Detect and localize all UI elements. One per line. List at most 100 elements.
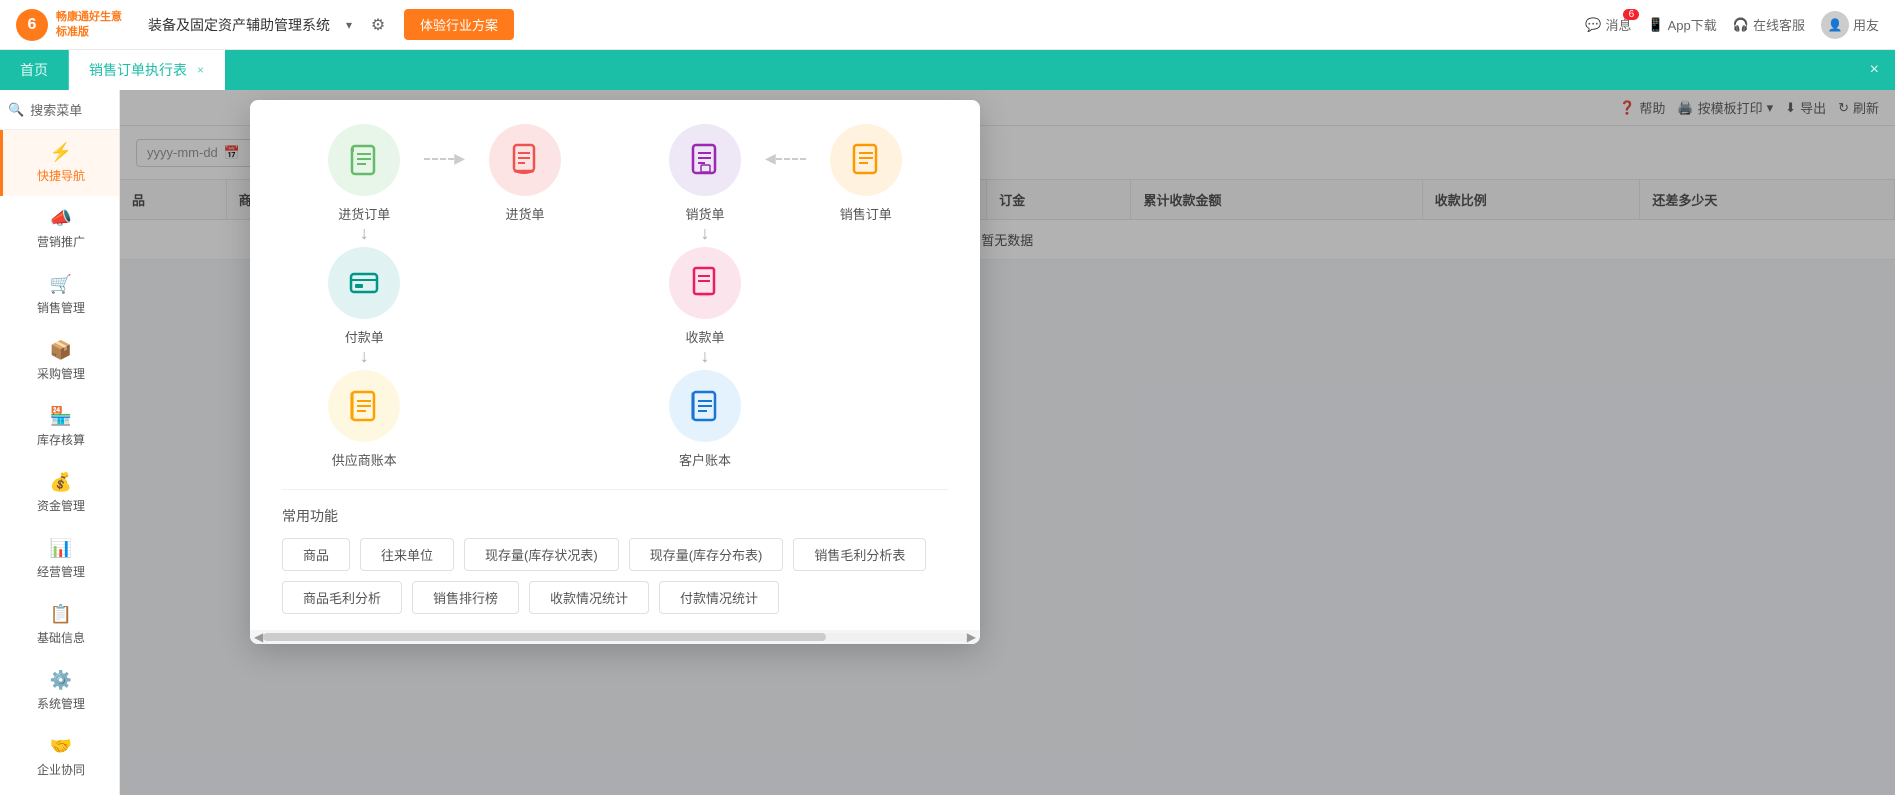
tab-home[interactable]: 首页 [0, 50, 69, 90]
func-btn-goods[interactable]: 商品 [282, 538, 350, 571]
scroll-right-icon[interactable]: ▶ [967, 630, 976, 644]
sidebar-item-label: 营销推广 [37, 233, 85, 250]
close-all-button[interactable]: × [1854, 61, 1895, 79]
phone-icon: 📱 [1647, 17, 1663, 33]
modal-scrollbar[interactable]: ◀ ▶ [250, 630, 980, 644]
marketing-icon: 📣 [50, 208, 72, 229]
arrow-down-3: ↓ [360, 346, 369, 366]
payment-label: 付款单 [345, 327, 384, 346]
content-area: ❓ 帮助 🖨️ 按模板打印 ▾ ⬇ 导出 ↻ 刷新 yyyy-mm-dd 📅 [120, 90, 1895, 795]
func-btn-sales-rank[interactable]: 销售排行榜 [412, 581, 519, 614]
sales-order-icon [830, 124, 902, 196]
modal-body: 进货订单 ↓ 付款单 ↓ [250, 100, 980, 630]
message-icon: 💬 [1585, 17, 1601, 33]
system-title: 装备及固定资产辅助管理系统 [148, 15, 330, 35]
scrollbar-thumb[interactable] [263, 633, 826, 641]
common-funcs-title: 常用功能 [282, 506, 948, 526]
main-layout: 🔍 搜索菜单 ⚡ 快捷导航 📣 营销推广 🛒 销售管理 📦 采购管理 🏪 库存核… [0, 90, 1895, 795]
online-service-item[interactable]: 🎧 在线客服 [1733, 15, 1805, 34]
sidebar-item-label: 资金管理 [37, 497, 85, 514]
tab-close-icon[interactable]: × [197, 63, 204, 77]
message-item[interactable]: 💬 消息 6 [1585, 15, 1631, 34]
func-btn-partner[interactable]: 往来单位 [360, 538, 454, 571]
sidebar-item-label: 基础信息 [37, 629, 85, 646]
supplier-ledger-icon [328, 370, 400, 442]
func-btn-goods-profit[interactable]: 商品毛利分析 [282, 581, 402, 614]
customer-ledger-icon [669, 370, 741, 442]
func-btn-stock-dist[interactable]: 现存量(库存分布表) [629, 538, 784, 571]
sales-bill-label: 销货单 [685, 204, 724, 223]
supplier-ledger-label: 供应商账本 [332, 450, 397, 469]
sidebar-item-sales[interactable]: 🛒 销售管理 [0, 262, 119, 328]
purchase-bill-icon [489, 124, 561, 196]
sidebar: 🔍 搜索菜单 ⚡ 快捷导航 📣 营销推广 🛒 销售管理 📦 采购管理 🏪 库存核… [0, 90, 120, 795]
scrollbar-track[interactable] [263, 633, 967, 641]
sidebar-item-quick-nav[interactable]: ⚡ 快捷导航 [0, 130, 119, 196]
purchase-bill-node: 进货单 [465, 124, 585, 223]
payment-node: 付款单 [304, 247, 424, 346]
sidebar-item-marketing[interactable]: 📣 营销推广 [0, 196, 119, 262]
func-btn-stock-status[interactable]: 现存量(库存状况表) [464, 538, 619, 571]
sidebar-item-sys-mgmt[interactable]: ⚙️ 系统管理 [0, 658, 119, 724]
sidebar-item-label: 销售管理 [37, 299, 85, 316]
operations-icon: 📊 [50, 538, 72, 559]
arrow-down-2: ↓ [701, 223, 710, 243]
payment-icon [328, 247, 400, 319]
sidebar-item-label: 采购管理 [37, 365, 85, 382]
sidebar-item-finance[interactable]: 💰 资金管理 [0, 460, 119, 526]
basic-info-icon: 📋 [50, 604, 72, 625]
finance-icon: 💰 [50, 472, 72, 493]
sidebar-item-label: 系统管理 [37, 695, 85, 712]
user-item[interactable]: 👤 用友 [1821, 11, 1879, 39]
app-download-item[interactable]: 📱 App下载 [1647, 15, 1716, 34]
receipt-label: 收款单 [685, 327, 724, 346]
sidebar-item-label: 经营管理 [37, 563, 85, 580]
top-header: 6 畅康通好生意 标准版 装备及固定资产辅助管理系统 ▾ ⚙ 体验行业方案 💬 … [0, 0, 1895, 50]
message-badge: 6 [1623, 9, 1639, 20]
receipt-node: 收款单 [645, 247, 765, 346]
purchase-bill-label: 进货单 [505, 204, 544, 223]
scroll-left-icon[interactable]: ◀ [254, 630, 263, 644]
sidebar-item-purchase[interactable]: 📦 采购管理 [0, 328, 119, 394]
common-funcs: 常用功能 商品 往来单位 现存量(库存状况表) 现存量(库存分布表) 销售毛利分… [282, 489, 948, 614]
inventory-icon: 🏪 [50, 406, 72, 427]
func-btn-receipt-stat[interactable]: 收款情况统计 [529, 581, 649, 614]
purchase-order-label: 进货订单 [338, 204, 390, 223]
sidebar-item-label: 快捷导航 [37, 167, 85, 184]
modal-box: 进货订单 ↓ 付款单 ↓ [250, 100, 980, 644]
sidebar-item-operations[interactable]: 📊 经营管理 [0, 526, 119, 592]
sidebar-item-label: 库存核算 [37, 431, 85, 448]
sidebar-item-new-guide[interactable]: 🎯 新手引导 [0, 790, 119, 795]
user-name: 用友 [1853, 15, 1879, 34]
sidebar-item-label: 企业协同 [37, 761, 85, 778]
sales-order-node: 销售订单 [806, 124, 926, 223]
sidebar-item-corp-collab[interactable]: 🤝 企业协同 [0, 724, 119, 790]
sidebar-search[interactable]: 🔍 搜索菜单 [0, 90, 119, 130]
dropdown-icon[interactable]: ▾ [346, 18, 352, 32]
customer-ledger-node: 客户账本 [645, 370, 765, 469]
sales-bill-node: 销货单 [645, 124, 765, 223]
receipt-icon [669, 247, 741, 319]
nav-tabs: 首页 销售订单执行表 × × [0, 50, 1895, 90]
sales-icon: 🛒 [50, 274, 72, 295]
sales-bill-icon [669, 124, 741, 196]
tab-sales-order[interactable]: 销售订单执行表 × [69, 50, 225, 90]
quick-nav-icon: ⚡ [50, 142, 72, 163]
settings-icon[interactable]: ⚙ [364, 11, 392, 39]
purchase-order-icon [328, 124, 400, 196]
modal-overlay: 进货订单 ↓ 付款单 ↓ [120, 90, 1895, 795]
func-btn-payment-stat[interactable]: 付款情况统计 [659, 581, 779, 614]
sidebar-item-inventory[interactable]: 🏪 库存核算 [0, 394, 119, 460]
purchase-order-node: 进货订单 [304, 124, 424, 223]
search-icon: 🔍 [8, 102, 24, 118]
headset-icon: 🎧 [1733, 17, 1749, 33]
customer-ledger-label: 客户账本 [679, 450, 731, 469]
purchase-icon: 📦 [50, 340, 72, 361]
trial-button[interactable]: 体验行业方案 [404, 9, 514, 40]
arrow-down-1: ↓ [360, 223, 369, 243]
logo-area: 6 畅康通好生意 标准版 [16, 9, 136, 41]
func-btn-sales-profit[interactable]: 销售毛利分析表 [793, 538, 926, 571]
online-service-label: 在线客服 [1753, 15, 1805, 34]
corp-collab-icon: 🤝 [50, 736, 72, 757]
sidebar-item-basic-info[interactable]: 📋 基础信息 [0, 592, 119, 658]
